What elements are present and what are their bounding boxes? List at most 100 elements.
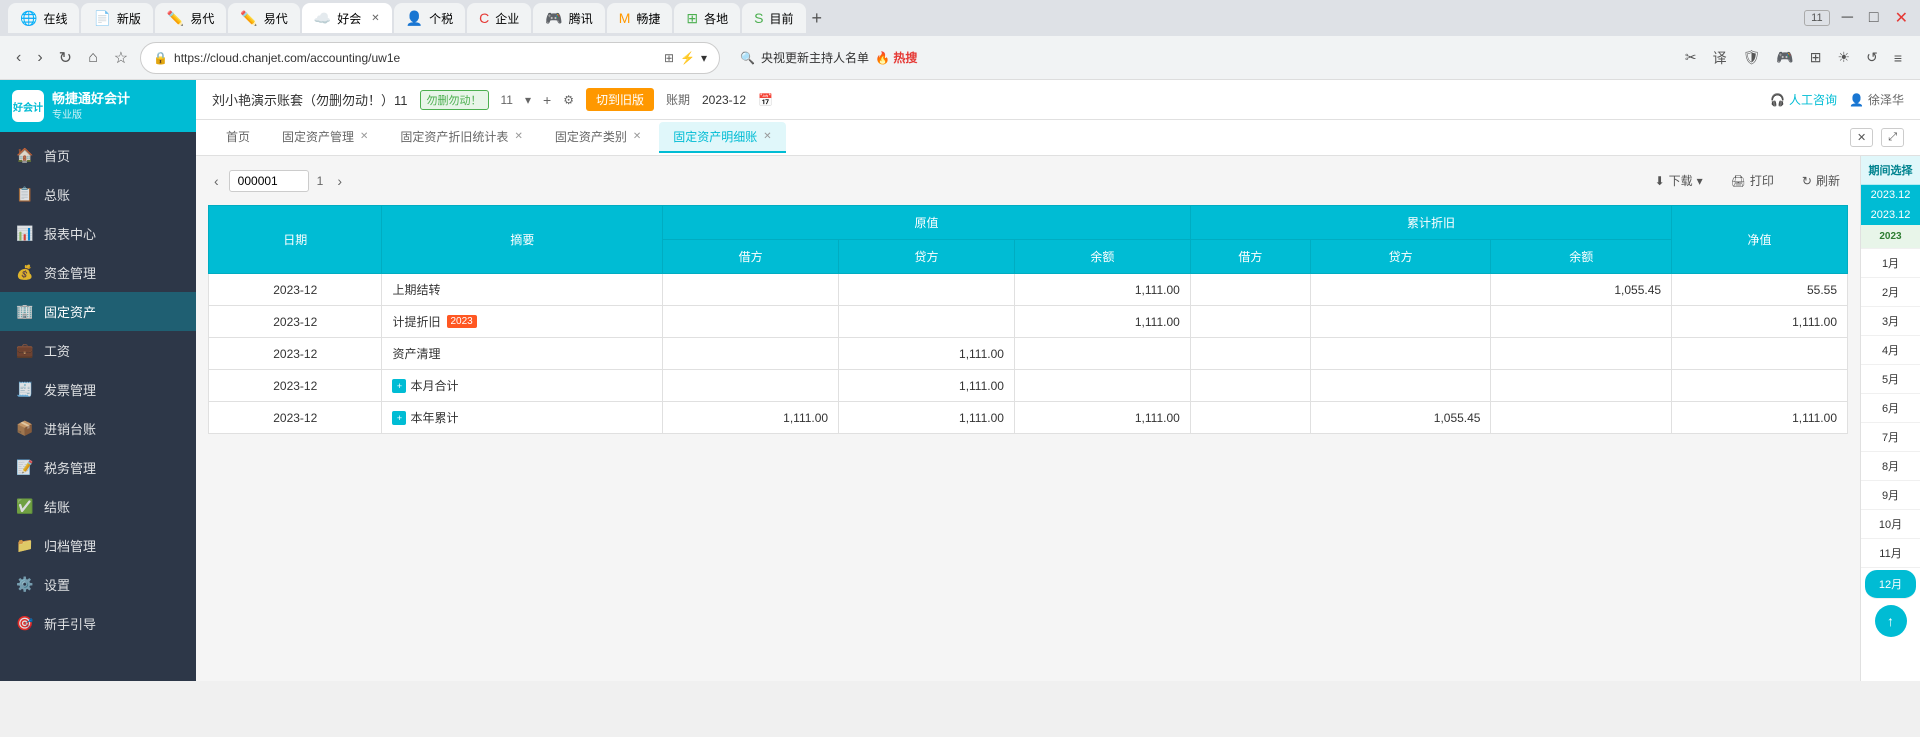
period-month-item[interactable]: 10月 (1861, 510, 1920, 539)
tab-label-10: 目前 (769, 10, 793, 27)
switch-version-button[interactable]: 切到旧版 (586, 88, 654, 111)
maximize-button[interactable]: □ (1865, 5, 1883, 31)
sidebar-item-funds[interactable]: 💰 资金管理 (0, 253, 196, 292)
top-bar-right: 🎧 人工咨询 👤 徐泽华 (1770, 91, 1904, 108)
browser-tab-6[interactable]: C 企业 (467, 3, 531, 33)
period-month-item[interactable]: 9月 (1861, 481, 1920, 510)
download-dropdown-icon[interactable]: ▾ (1697, 174, 1703, 188)
browser-tab-10[interactable]: S 目前 (742, 3, 805, 33)
sidebar-item-archive[interactable]: 📁 归档管理 (0, 526, 196, 565)
sidebar-item-ledger[interactable]: 📋 总账 (0, 175, 196, 214)
refresh-button[interactable]: ↻ 刷新 (1794, 168, 1848, 193)
tab-close-asset-detail[interactable]: ✕ (763, 131, 771, 142)
gamepad-icon[interactable]: 🎮 (1770, 45, 1799, 70)
settings-top-icon[interactable]: ⚙ (563, 93, 574, 107)
cell-dep-credit (1310, 370, 1491, 402)
bookmark-button[interactable]: ☆ (110, 44, 132, 72)
settings-icon[interactable]: ☀ (1832, 45, 1857, 70)
sidebar-item-purchase-sales[interactable]: 📦 进销台账 (0, 409, 196, 448)
forward-button[interactable]: › (33, 45, 46, 71)
cell-dep-debit (1190, 402, 1310, 434)
sidebar-item-tax[interactable]: 📝 税务管理 (0, 448, 196, 487)
browser-tab-2[interactable]: ✏️ 易代 (155, 3, 226, 33)
period-month-item[interactable]: 5月 (1861, 365, 1920, 394)
browser-tab-3[interactable]: ✏️ 易代 (228, 3, 299, 33)
page-tab-asset-category[interactable]: 固定资产类别 ✕ (541, 122, 655, 153)
close-button[interactable]: ✕ (1891, 4, 1912, 32)
browser-tab-0[interactable]: 🌐 在线 (8, 3, 79, 33)
browser-tab-7[interactable]: 🎮 腾讯 (533, 3, 604, 33)
period-panel: 期间选择 2023.12 2023.12 2023 1月2月3月4月5月6月7月… (1860, 156, 1920, 681)
months-container: 1月2月3月4月5月6月7月8月9月10月11月12月 (1861, 249, 1920, 601)
cell-orig-credit (839, 274, 1015, 306)
cell-net-value (1672, 338, 1848, 370)
cell-orig-balance: 1,111.00 (1014, 306, 1190, 338)
tab-close-depreciation-stats[interactable]: ✕ (514, 131, 522, 142)
cell-summary: 计提折旧2023 (382, 306, 663, 338)
grid-icon[interactable]: ⊞ (1804, 45, 1828, 70)
translate-icon[interactable]: 译 (1707, 44, 1733, 72)
page-tab-asset-detail[interactable]: 固定资产明细账 ✕ (659, 122, 785, 153)
sidebar-item-settings[interactable]: ⚙️ 设置 (0, 565, 196, 604)
browser-tab-9[interactable]: ⊞ 各地 (674, 3, 740, 33)
page-tab-depreciation-stats[interactable]: 固定资产折旧统计表 ✕ (386, 122, 536, 153)
period-month-item[interactable]: 1月 (1861, 249, 1920, 278)
dropdown-arrow-icon[interactable]: ▾ (525, 93, 531, 107)
sidebar-item-fixed-assets[interactable]: 🏢 固定资产 (0, 292, 196, 331)
sidebar-item-home[interactable]: 🏠 首页 (0, 136, 196, 175)
tab-close-current[interactable]: ✕ (1850, 128, 1873, 147)
sidebar-item-guide[interactable]: 🎯 新手引导 (0, 604, 196, 643)
menu-icon[interactable]: ≡ (1888, 46, 1908, 70)
back-button[interactable]: ‹ (12, 45, 25, 71)
dropdown-icon[interactable]: ▾ (701, 51, 707, 65)
print-button[interactable]: 🖨 打印 (1723, 168, 1782, 193)
prev-arrow-button[interactable]: ‹ (208, 171, 225, 191)
add-icon[interactable]: + (543, 92, 551, 108)
minimize-button[interactable]: ─ (1838, 5, 1857, 31)
history-icon[interactable]: ↺ (1860, 45, 1884, 70)
search-icon: 🔍 (740, 51, 755, 65)
calendar-icon[interactable]: 📅 (758, 93, 773, 107)
tab-count-badge[interactable]: 11 (1804, 10, 1829, 26)
scroll-up-button[interactable]: ↑ (1875, 605, 1907, 637)
page-tab-bar: 首页 固定资产管理 ✕ 固定资产折旧统计表 ✕ 固定资产类别 ✕ 固定资产明细账… (196, 120, 1920, 156)
sidebar-item-salary[interactable]: 💼 工资 (0, 331, 196, 370)
shield-icon[interactable]: 🛡 (1737, 45, 1767, 70)
tab-close-asset-mgmt[interactable]: ✕ (360, 131, 368, 142)
browser-tab-8[interactable]: M 畅捷 (607, 3, 673, 33)
page-tab-home[interactable]: 首页 (212, 122, 264, 153)
browser-tab-4[interactable]: ☁️ 好会 ✕ (302, 3, 392, 33)
period-month-item[interactable]: 8月 (1861, 452, 1920, 481)
main-content: 刘小艳演示账套（勿删勿动！）11 勿删勿动！ 11 ▾ + ⚙ 切到旧版 账期 … (196, 80, 1920, 681)
period-month-item[interactable]: 3月 (1861, 307, 1920, 336)
next-arrow-button[interactable]: › (331, 171, 348, 191)
cell-dep-balance (1491, 338, 1672, 370)
sidebar: 好会计 畅捷通好会计 专业版 🏠 首页 📋 总账 📊 报表中心 💰 资金 (0, 80, 196, 681)
sidebar-item-closing[interactable]: ✅ 结账 (0, 487, 196, 526)
period-month-item[interactable]: 4月 (1861, 336, 1920, 365)
tab-close-4[interactable]: ✕ (371, 13, 379, 24)
page-tab-asset-mgmt[interactable]: 固定资产管理 ✕ (268, 122, 382, 153)
cell-summary: +本月合计 (382, 370, 663, 402)
browser-tab-5[interactable]: 👤 个税 (394, 3, 465, 33)
tab-close-asset-category[interactable]: ✕ (633, 131, 641, 142)
sidebar-item-invoice[interactable]: 🧾 发票管理 (0, 370, 196, 409)
address-bar[interactable]: 🔒 https://cloud.chanjet.com/accounting/u… (140, 42, 720, 74)
refresh-browser-button[interactable]: ↻ (55, 44, 76, 72)
settings-nav-icon: ⚙️ (16, 576, 34, 594)
period-month-item[interactable]: 2月 (1861, 278, 1920, 307)
service-button[interactable]: 🎧 人工咨询 (1770, 91, 1837, 108)
period-month-item[interactable]: 11月 (1861, 539, 1920, 568)
period-month-item[interactable]: 12月 (1865, 570, 1916, 599)
summary-icon: + (392, 411, 406, 425)
period-month-item[interactable]: 7月 (1861, 423, 1920, 452)
asset-code-input[interactable] (229, 170, 309, 192)
period-month-item[interactable]: 6月 (1861, 394, 1920, 423)
browser-tab-1[interactable]: 📄 新版 (81, 3, 152, 33)
home-browser-button[interactable]: ⌂ (84, 45, 102, 71)
new-tab-button[interactable]: + (808, 4, 827, 33)
tab-expand-button[interactable]: ⤢ (1881, 128, 1904, 147)
scissors-icon[interactable]: ✂ (1679, 45, 1703, 70)
download-button[interactable]: ⬇ 下载 ▾ (1647, 168, 1711, 193)
sidebar-item-reports[interactable]: 📊 报表中心 (0, 214, 196, 253)
